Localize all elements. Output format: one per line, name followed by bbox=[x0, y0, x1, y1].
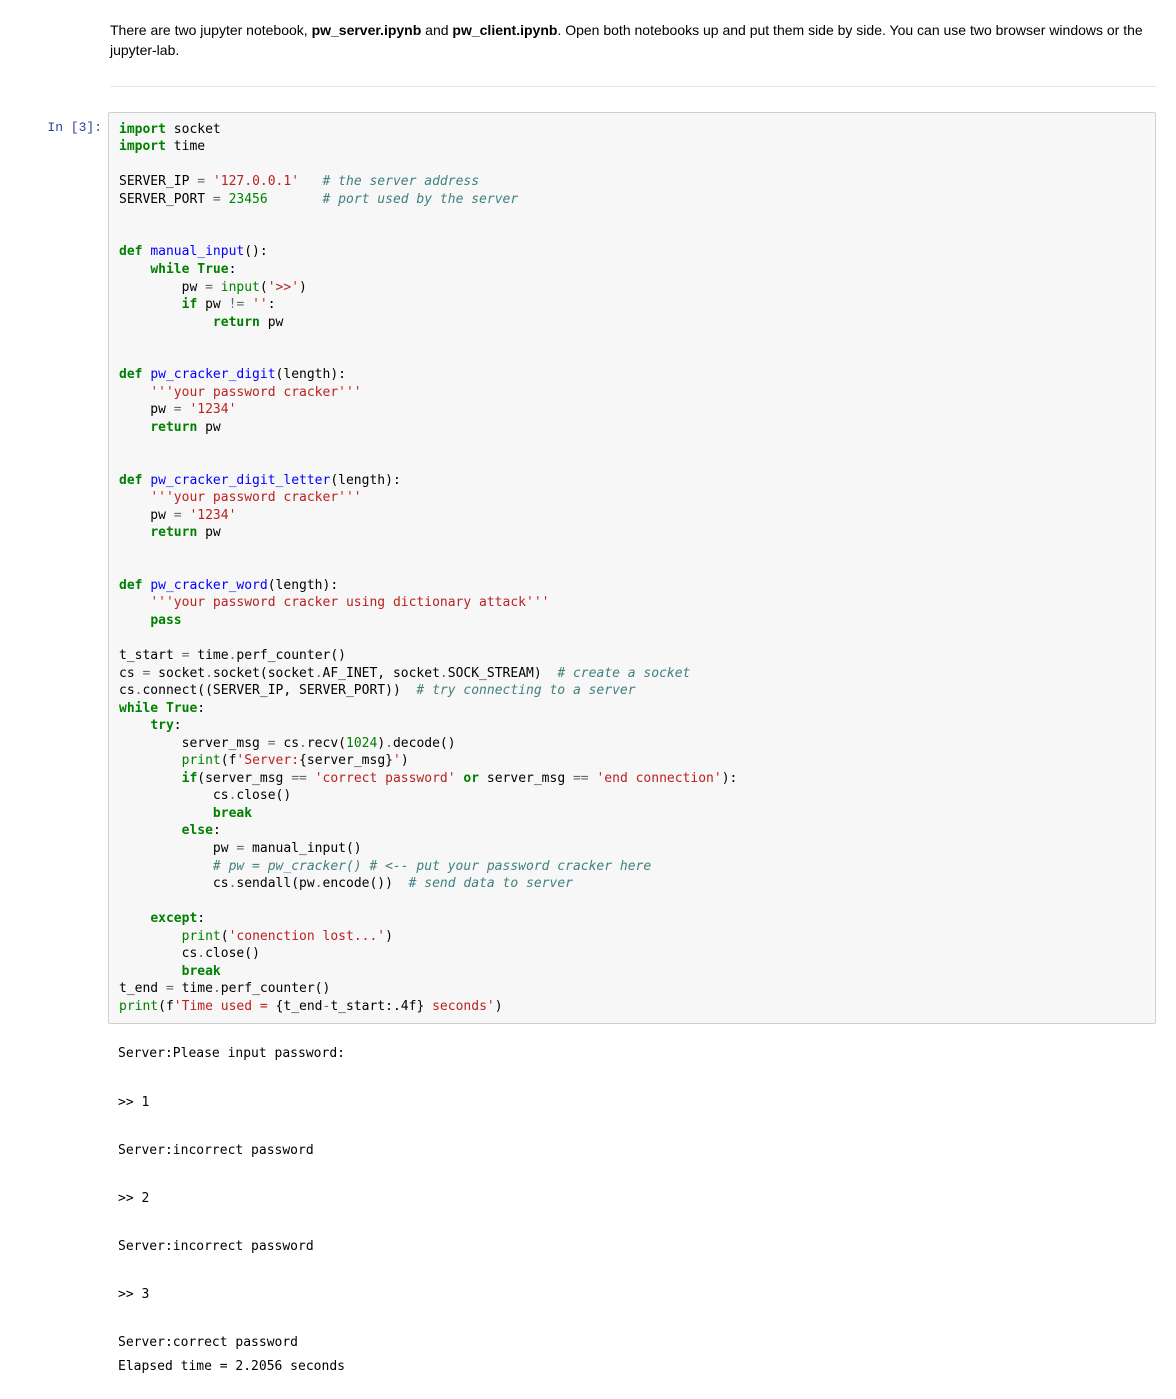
output-area: Server:Please input password: >> 1 Serve… bbox=[108, 1032, 1156, 1379]
intro-bold-2: pw_client.ipynb bbox=[452, 22, 557, 38]
intro-text: There are two jupyter notebook, pw_serve… bbox=[20, 20, 1156, 61]
code-cell: In [3]: import socket import time SERVER… bbox=[20, 112, 1156, 1025]
code-content: import socket import time SERVER_IP = '1… bbox=[119, 121, 1145, 1016]
code-input-area[interactable]: import socket import time SERVER_IP = '1… bbox=[108, 112, 1156, 1025]
intro-mid: and bbox=[421, 22, 452, 38]
divider bbox=[110, 86, 1156, 87]
intro-before: There are two jupyter notebook, bbox=[110, 22, 312, 38]
output-text: Server:Please input password: >> 1 Serve… bbox=[118, 1042, 1146, 1379]
intro-bold-1: pw_server.ipynb bbox=[312, 22, 422, 38]
input-prompt: In [3]: bbox=[20, 112, 108, 1025]
